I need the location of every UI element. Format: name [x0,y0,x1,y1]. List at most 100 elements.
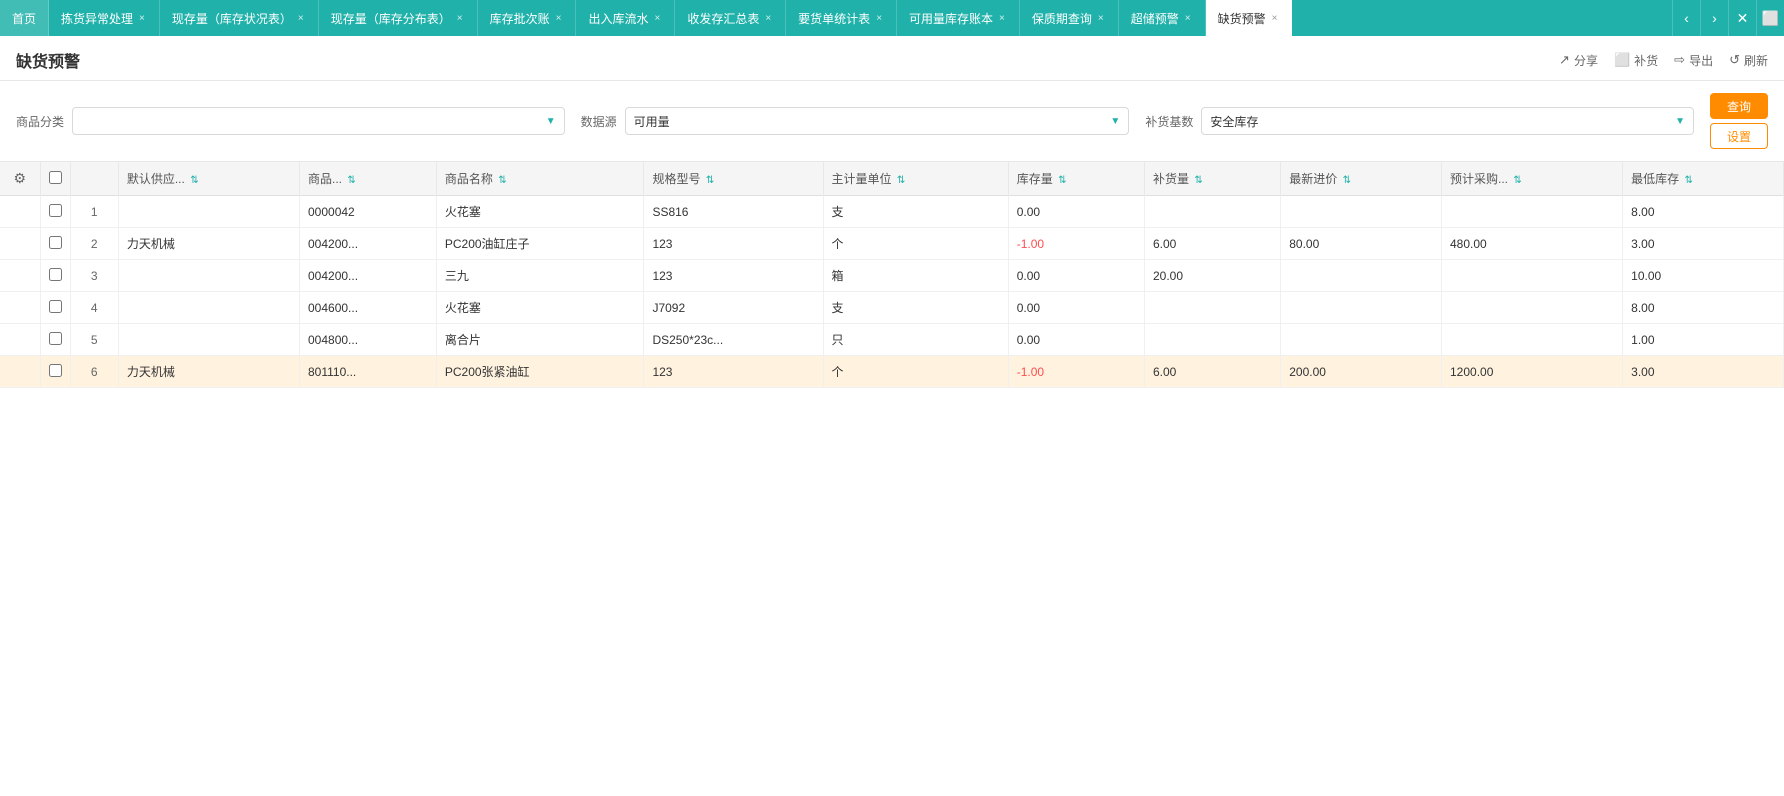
sort-supplier-icon: ⇅ [190,175,198,186]
table-container: ⚙ 默认供应... ⇅ 商品... ⇅ 商品名称 [0,162,1784,388]
select-all-checkbox[interactable] [49,171,62,184]
row-replenish-1: 6.00 [1145,228,1281,260]
row-checkbox-1[interactable] [49,236,62,249]
sort-stock-icon: ⇅ [1058,175,1066,186]
tab-scroll-left[interactable]: ‹ [1672,0,1700,36]
th-estimated-purchase[interactable]: 预计采购... ⇅ [1442,162,1623,196]
close-tab-shortage[interactable]: × [1270,13,1280,24]
close-tab-expiry[interactable]: × [1096,13,1106,24]
close-tab-picking[interactable]: × [137,13,147,24]
row-product-code-3: 004600... [300,292,437,324]
th-checkbox[interactable] [40,162,70,196]
close-tab-stock-status[interactable]: × [296,13,306,24]
tab-summary[interactable]: 收发存汇总表 × [675,0,786,36]
sort-price-icon: ⇅ [1343,175,1351,186]
datasource-filter-group: 数据源 可用量 ▼ [581,107,1130,135]
row-num-1: 2 [70,228,118,260]
close-tab-inout[interactable]: × [652,13,662,24]
th-latest-price[interactable]: 最新进价 ⇅ [1281,162,1442,196]
row-num-5: 6 [70,356,118,388]
row-unit-1: 个 [823,228,1008,260]
row-latest-price-3 [1281,292,1442,324]
row-min-stock-4: 1.00 [1623,324,1784,356]
close-tab-summary[interactable]: × [763,13,773,24]
close-tab-stock-dist[interactable]: × [455,13,465,24]
category-arrow-icon: ▼ [546,116,556,127]
datasource-select[interactable]: 可用量 ▼ [625,107,1130,135]
row-checkbox-5[interactable] [49,364,62,377]
tab-scroll-right[interactable]: › [1700,0,1728,36]
th-unit[interactable]: 主计量单位 ⇅ [823,162,1008,196]
row-gear-cell [0,356,40,388]
main-table: ⚙ 默认供应... ⇅ 商品... ⇅ 商品名称 [0,162,1784,388]
th-supplier[interactable]: 默认供应... ⇅ [118,162,299,196]
row-gear-cell [0,260,40,292]
tab-inout-flow[interactable]: 出入库流水 × [576,0,675,36]
tab-overstock[interactable]: 超储预警 × [1119,0,1206,36]
row-checkbox-cell[interactable] [40,228,70,260]
row-unit-5: 个 [823,356,1008,388]
gear-settings-icon[interactable]: ⚙ [13,170,26,186]
tab-available-stock[interactable]: 可用量库存账本 × [897,0,1020,36]
close-tab-batch[interactable]: × [554,13,564,24]
row-checkbox-cell[interactable] [40,292,70,324]
tab-shortage[interactable]: 缺货预警 × [1206,0,1293,36]
row-product-name-3: 火花塞 [436,292,644,324]
row-checkbox-2[interactable] [49,268,62,281]
table-row: 1 0000042 火花塞 SS816 支 0.00 8.00 [0,196,1784,228]
row-unit-0: 支 [823,196,1008,228]
close-tab-avail[interactable]: × [997,13,1007,24]
settings-button[interactable]: 设置 [1710,123,1768,149]
row-checkbox-cell[interactable] [40,356,70,388]
tab-picking-exception[interactable]: 拣货异常处理 × [49,0,160,36]
row-supplier-1: 力天机械 [118,228,299,260]
row-product-name-2: 三九 [436,260,644,292]
export-action[interactable]: ⇨ 导出 [1674,52,1713,69]
tab-stock-status[interactable]: 现存量（库存状况表） × [160,0,319,36]
replenish-action[interactable]: ⬜ 补货 [1614,52,1658,69]
row-checkbox-0[interactable] [49,204,62,217]
row-estimated-purchase-4 [1442,324,1623,356]
th-gear[interactable]: ⚙ [0,162,40,196]
row-checkbox-4[interactable] [49,332,62,345]
row-supplier-0 [118,196,299,228]
th-min-stock[interactable]: 最低库存 ⇅ [1623,162,1784,196]
row-supplier-2 [118,260,299,292]
row-product-name-0: 火花塞 [436,196,644,228]
th-product-name[interactable]: 商品名称 ⇅ [436,162,644,196]
table-header-row: ⚙ 默认供应... ⇅ 商品... ⇅ 商品名称 [0,162,1784,196]
close-tab-order[interactable]: × [874,13,884,24]
row-latest-price-5: 200.00 [1281,356,1442,388]
sort-unit-icon: ⇅ [897,175,905,186]
tab-home[interactable]: 首页 [0,0,49,36]
th-spec[interactable]: 规格型号 ⇅ [644,162,823,196]
replenish-base-select[interactable]: 安全库存 ▼ [1201,107,1694,135]
row-checkbox-cell[interactable] [40,324,70,356]
main-content: 缺货预警 ↗ 分享 ⬜ 补货 ⇨ 导出 ↺ 刷新 商品分类 [0,36,1784,796]
refresh-action[interactable]: ↺ 刷新 [1729,52,1768,69]
row-estimated-purchase-3 [1442,292,1623,324]
row-checkbox-cell[interactable] [40,196,70,228]
th-stock[interactable]: 库存量 ⇅ [1008,162,1144,196]
table-row: 2 力天机械 004200... PC200油缸庄子 123 个 -1.00 6… [0,228,1784,260]
row-spec-0: SS816 [644,196,823,228]
query-button[interactable]: 查询 [1710,93,1768,119]
replenish-base-filter-group: 补货基数 安全库存 ▼ [1145,107,1694,135]
tab-order-stats[interactable]: 要货单统计表 × [786,0,897,36]
tab-stock-distribution[interactable]: 现存量（库存分布表） × [319,0,478,36]
tab-expiry[interactable]: 保质期查询 × [1020,0,1119,36]
row-checkbox-cell[interactable] [40,260,70,292]
category-select[interactable]: ▼ [72,107,565,135]
share-action[interactable]: ↗ 分享 [1559,52,1598,69]
th-product-code[interactable]: 商品... ⇅ [300,162,437,196]
tab-maximize[interactable]: ⬜ [1756,0,1784,36]
row-min-stock-1: 3.00 [1623,228,1784,260]
tab-batch-account[interactable]: 库存批次账 × [478,0,577,36]
close-tab-overstock[interactable]: × [1183,13,1193,24]
tab-close-all[interactable]: ✕ [1728,0,1756,36]
row-checkbox-3[interactable] [49,300,62,313]
replenish-base-label: 补货基数 [1145,113,1193,130]
row-latest-price-2 [1281,260,1442,292]
th-replenish[interactable]: 补货量 ⇅ [1145,162,1281,196]
row-gear-cell [0,324,40,356]
